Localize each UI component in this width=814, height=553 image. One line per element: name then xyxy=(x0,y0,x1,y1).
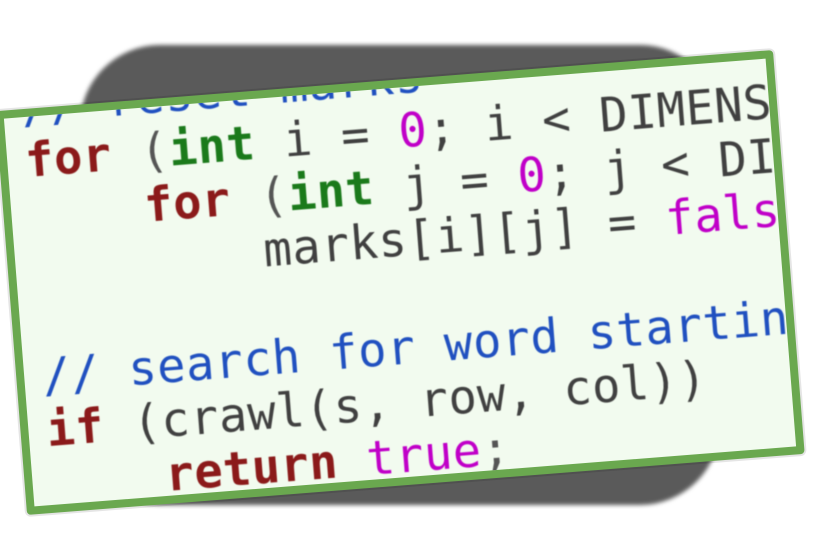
literal-false: false xyxy=(663,181,804,247)
indent-4 xyxy=(49,448,168,512)
literal-true: true xyxy=(364,424,483,488)
zero-1: 0 xyxy=(396,103,429,160)
type-int-i: int xyxy=(167,116,257,178)
type-int-j: int xyxy=(286,161,376,223)
keyword-if: if xyxy=(44,399,106,458)
space xyxy=(336,433,369,490)
code-block: // reset marks for (int i = 0; i < DIMEN… xyxy=(19,50,805,512)
paren-open-2: ( xyxy=(228,168,290,227)
keyword-for-outer: for xyxy=(23,127,113,189)
code-snippet-card: // reset marks for (int i = 0; i < DIMEN… xyxy=(0,50,805,515)
stage: // reset marks for (int i = 0; i < DIMEN… xyxy=(0,0,814,553)
semicolon: ; xyxy=(479,421,512,478)
paren-open-1: ( xyxy=(109,123,171,182)
keyword-for-inner: for xyxy=(142,172,232,234)
